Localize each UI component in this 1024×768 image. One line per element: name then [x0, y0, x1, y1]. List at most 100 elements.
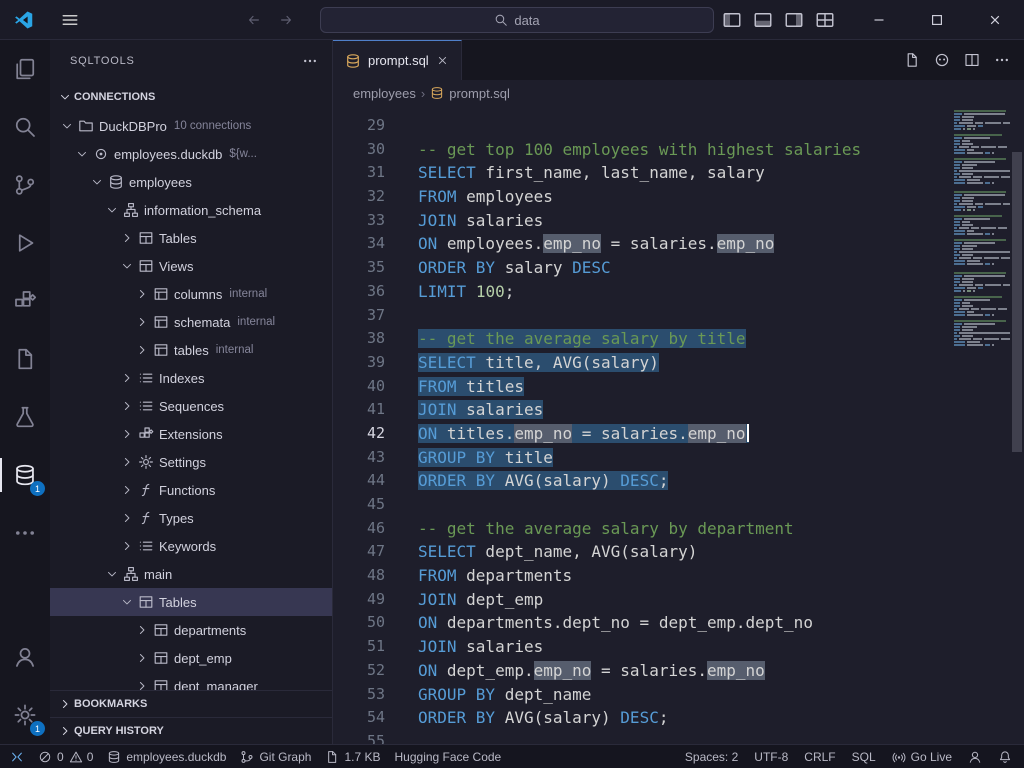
tree-item-functions[interactable]: Functions [50, 476, 332, 504]
activity-item-accounts[interactable] [0, 628, 50, 686]
breadcrumb-item[interactable]: employees [353, 86, 416, 101]
code-line-42[interactable]: 42 ON titles.emp_no = salaries.emp_no [333, 422, 1024, 446]
toggle-panel-icon[interactable] [753, 10, 773, 30]
breadcrumb-item[interactable]: prompt.sql [449, 86, 510, 101]
code-line-55[interactable]: 55 [333, 730, 1024, 744]
tree-item-employees[interactable]: employees [50, 168, 332, 196]
activity-item-extensions[interactable] [0, 272, 50, 330]
code-line-53[interactable]: 53 GROUP BY dept_name [333, 683, 1024, 707]
open-changes-icon[interactable] [904, 52, 920, 68]
code-line-38[interactable]: 38 -- get the average salary by title [333, 327, 1024, 351]
code-line-48[interactable]: 48 FROM departments [333, 564, 1024, 588]
toggle-sidebar-icon[interactable] [722, 10, 742, 30]
status-git-graph[interactable]: Git Graph [240, 750, 311, 764]
status-active-connection[interactable]: employees.duckdb [107, 750, 226, 764]
tree-item-main[interactable]: main [50, 560, 332, 588]
tree-item-tables[interactable]: Tables [50, 224, 332, 252]
customize-layout-icon[interactable] [815, 10, 835, 30]
code-line-44[interactable]: 44 ORDER BY AVG(salary) DESC; [333, 469, 1024, 493]
activity-item-testing[interactable] [0, 388, 50, 446]
tree-item-keywords[interactable]: Keywords [50, 532, 332, 560]
split-editor-icon[interactable] [964, 52, 980, 68]
status-indentation[interactable]: Spaces: 2 [685, 750, 738, 764]
tree-item-employees-duckdb[interactable]: employees.duckdb ${w... [50, 140, 332, 168]
code-line-34[interactable]: 34 ON employees.emp_no = salaries.emp_no [333, 232, 1024, 256]
copilot-icon[interactable] [934, 52, 950, 68]
tree-item-tables[interactable]: Tables [50, 588, 332, 616]
code-line-37[interactable]: 37 [333, 304, 1024, 328]
code-line-43[interactable]: 43 GROUP BY title [333, 446, 1024, 470]
command-center-search[interactable]: data [320, 7, 714, 33]
tree-item-columns[interactable]: columns internal [50, 280, 332, 308]
activity-item-notebook[interactable] [0, 330, 50, 388]
code-line-30[interactable]: 30 -- get top 100 employees with highest … [333, 138, 1024, 162]
code-line-29[interactable]: 29 [333, 114, 1024, 138]
tree-item-types[interactable]: Types [50, 504, 332, 532]
query-history-section-header[interactable]: QUERY HISTORY [50, 717, 332, 744]
code-line-52[interactable]: 52 ON dept_emp.emp_no = salaries.emp_no [333, 659, 1024, 683]
code-line-51[interactable]: 51 JOIN salaries [333, 635, 1024, 659]
tree-item-tables[interactable]: tables internal [50, 336, 332, 364]
code-line-47[interactable]: 47 SELECT dept_name, AVG(salary) [333, 540, 1024, 564]
code-line-32[interactable]: 32 FROM employees [333, 185, 1024, 209]
tree-item-dept-manager[interactable]: dept_manager [50, 672, 332, 690]
tree-item-extensions[interactable]: Extensions [50, 420, 332, 448]
code-line-46[interactable]: 46 -- get the average salary by departmen… [333, 517, 1024, 541]
menu-icon[interactable] [60, 10, 80, 30]
status-feedback[interactable] [968, 750, 982, 764]
connections-section-header[interactable]: CONNECTIONS [50, 82, 332, 112]
activity-item-settings[interactable]: 1 [0, 686, 50, 744]
status-notifications[interactable] [998, 750, 1012, 764]
code-line-36[interactable]: 36 LIMIT 100; [333, 280, 1024, 304]
tree-item-views[interactable]: Views [50, 252, 332, 280]
status-label: 0 [57, 749, 64, 764]
tree-item-information-schema[interactable]: information_schema [50, 196, 332, 224]
close-button[interactable] [966, 0, 1024, 40]
code-line-35[interactable]: 35 ORDER BY salary DESC [333, 256, 1024, 280]
activity-item-search[interactable] [0, 98, 50, 156]
code-line-31[interactable]: 31 SELECT first_name, last_name, salary [333, 161, 1024, 185]
code-line-40[interactable]: 40 FROM titles [333, 375, 1024, 399]
tab-prompt-sql[interactable]: prompt.sql [333, 40, 462, 80]
status-go-live[interactable]: Go Live [892, 750, 952, 764]
code-line-49[interactable]: 49 JOIN dept_emp [333, 588, 1024, 612]
code-line-33[interactable]: 33 JOIN salaries [333, 209, 1024, 233]
status-file-size[interactable]: 1.7 KB [325, 750, 381, 764]
status-remote-indicator[interactable] [10, 750, 24, 764]
minimap[interactable] [952, 106, 1010, 744]
close-tab-icon[interactable] [436, 54, 449, 67]
activity-item-sqltools-database[interactable]: 1 [0, 446, 50, 504]
toggle-secondary-sidebar-icon[interactable] [784, 10, 804, 30]
status-eol[interactable]: CRLF [804, 750, 835, 764]
code-line-45[interactable]: 45 [333, 493, 1024, 517]
tree-item-departments[interactable]: departments [50, 616, 332, 644]
code-line-39[interactable]: 39 SELECT title, AVG(salary) [333, 351, 1024, 375]
code-editor[interactable]: 29 30 -- get top 100 employees with highes… [333, 106, 1024, 744]
maximize-button[interactable] [908, 0, 966, 40]
editor-scrollbar[interactable] [1010, 106, 1024, 744]
activity-item-explorer[interactable] [0, 40, 50, 98]
status-encoding[interactable]: UTF-8 [754, 750, 788, 764]
code-line-50[interactable]: 50 ON departments.dept_no = dept_emp.dept… [333, 611, 1024, 635]
activity-item-source-control[interactable] [0, 156, 50, 214]
sidebar-more-actions-icon[interactable] [302, 53, 318, 69]
tree-item-duckdbpro[interactable]: DuckDBPro 10 connections [50, 112, 332, 140]
more-actions-icon[interactable] [994, 52, 1010, 68]
status-language-mode[interactable]: SQL [852, 750, 876, 764]
scrollbar-thumb[interactable] [1012, 152, 1022, 452]
back-icon[interactable] [246, 12, 262, 28]
forward-icon[interactable] [278, 12, 294, 28]
tree-item-schemata[interactable]: schemata internal [50, 308, 332, 336]
activity-item-run-debug[interactable] [0, 214, 50, 272]
tree-item-dept-emp[interactable]: dept_emp [50, 644, 332, 672]
activity-item-more[interactable] [0, 504, 50, 562]
bookmarks-section-header[interactable]: BOOKMARKS [50, 690, 332, 717]
status-hugging-face-code[interactable]: Hugging Face Code [395, 750, 502, 764]
code-line-54[interactable]: 54 ORDER BY AVG(salary) DESC; [333, 706, 1024, 730]
code-line-41[interactable]: 41 JOIN salaries [333, 398, 1024, 422]
tree-item-sequences[interactable]: Sequences [50, 392, 332, 420]
minimize-button[interactable] [850, 0, 908, 40]
status-problems[interactable]: 00 [38, 750, 93, 764]
tree-item-indexes[interactable]: Indexes [50, 364, 332, 392]
tree-item-settings[interactable]: Settings [50, 448, 332, 476]
